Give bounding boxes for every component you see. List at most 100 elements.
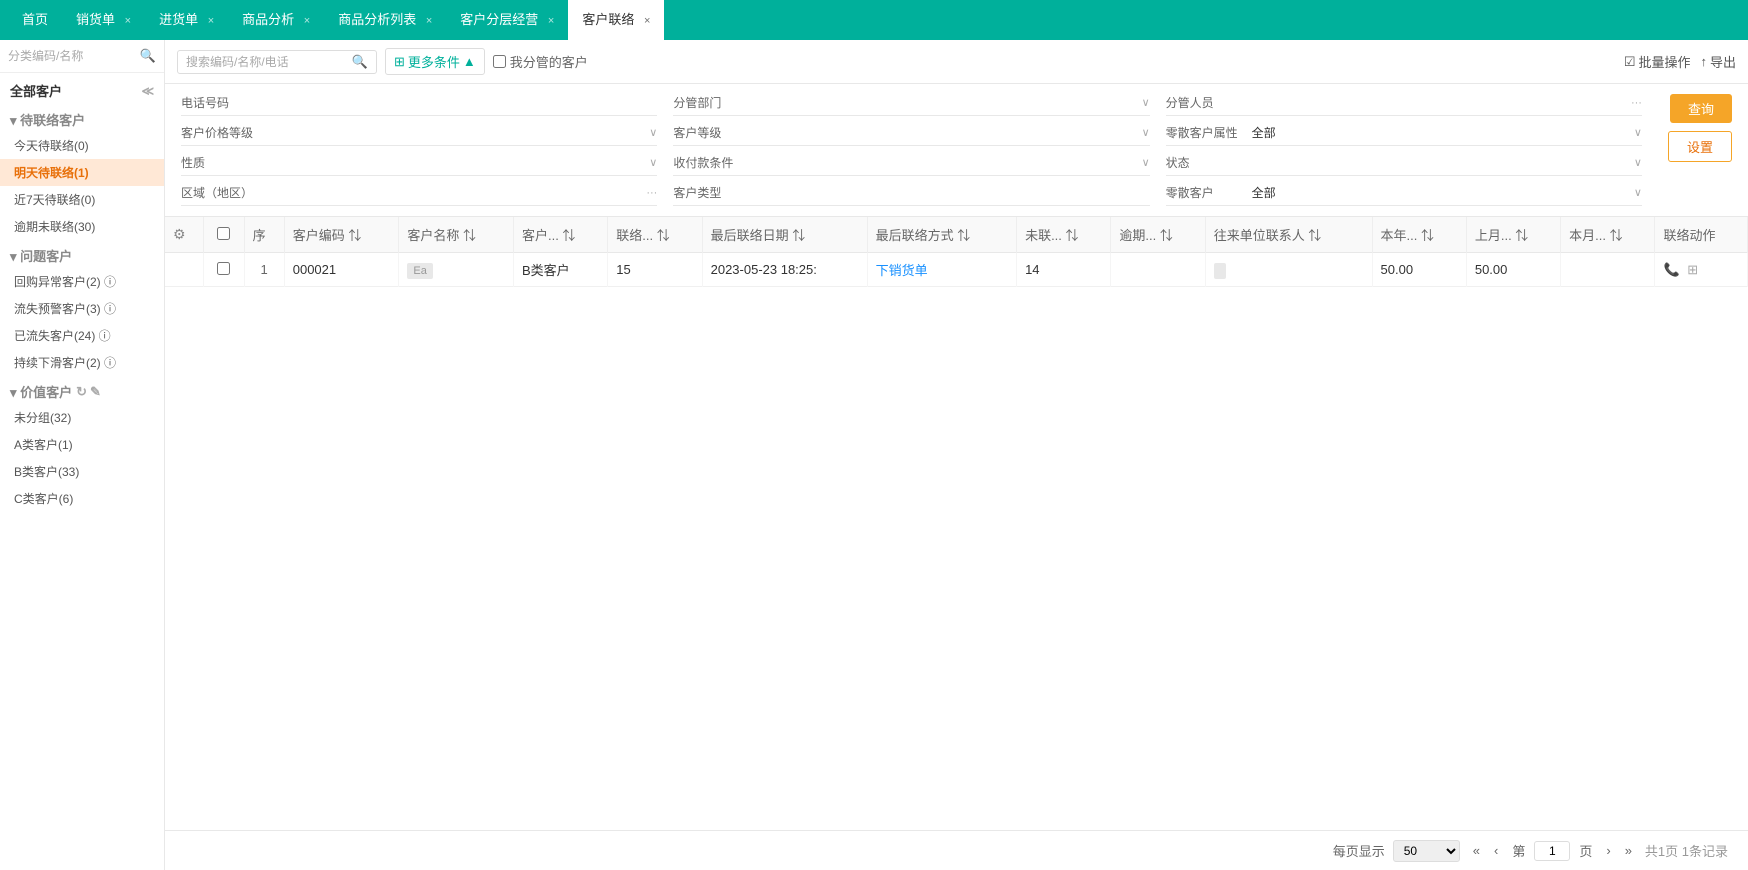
sidebar-item-abnormal-repurchase[interactable]: 回购异常客户(2) ⓘ	[0, 268, 164, 295]
sidebar-item-declining[interactable]: 持续下滑客户(2) ⓘ	[0, 349, 164, 376]
filter-phone-label: 电话号码	[181, 94, 261, 111]
phone-action-icon[interactable]: 📞	[1663, 262, 1679, 277]
export-btn[interactable]: ↑ 导出	[1700, 52, 1736, 71]
filter-manager-input[interactable]	[1252, 96, 1625, 110]
filter-nature-input[interactable]	[267, 156, 643, 170]
row-checkbox[interactable]	[217, 262, 230, 275]
filter-price-level-input[interactable]	[267, 126, 643, 140]
filter-customer-level-input[interactable]	[759, 126, 1135, 140]
qr-action-icon[interactable]: ⊞	[1687, 262, 1698, 277]
row-last-method-link[interactable]: 下销货单	[876, 263, 928, 278]
filter-nature-chevron[interactable]: ∨	[649, 156, 657, 169]
sidebar-item-overdue-contact[interactable]: 逾期未联络(30)	[0, 213, 164, 240]
filter-retail-customer-chevron[interactable]: ∨	[1634, 186, 1642, 199]
my-customer-checkbox[interactable]	[493, 55, 506, 68]
filter-retail-customer-value: 全部	[1252, 184, 1628, 201]
search-input[interactable]	[186, 55, 352, 69]
filter-region-input[interactable]	[267, 186, 640, 200]
refresh-icon[interactable]: ↻	[76, 384, 87, 400]
per-page-select[interactable]: 50 100 200	[1393, 840, 1460, 862]
page-input[interactable]	[1534, 841, 1570, 861]
filter-retail-customer: 零散客户 全部 ∨	[1166, 184, 1642, 206]
nav-customer-contact[interactable]: 客户联络 ×	[568, 0, 664, 40]
col-name-header: 客户名称 ⇅	[399, 217, 514, 253]
nav-product-analysis[interactable]: 商品分析 ×	[228, 0, 324, 40]
set-button[interactable]: 设置	[1668, 131, 1732, 162]
toolbar: 🔍 ⊞ 更多条件 ▲ 我分管的客户 ☑ 批量操作 ↑ 导出	[165, 40, 1748, 84]
filter-customer-level-chevron[interactable]: ∨	[1142, 126, 1150, 139]
row-contact-cell: 15	[608, 253, 702, 287]
sidebar-search-icon[interactable]: 🔍	[140, 48, 156, 64]
filter-payment-input[interactable]	[759, 156, 1135, 170]
close-customer-tier-icon[interactable]: ×	[548, 15, 554, 27]
filter-region-more[interactable]: ···	[646, 187, 657, 199]
filter-status-input[interactable]	[1252, 156, 1628, 170]
close-purchase-order-icon[interactable]: ×	[208, 15, 214, 27]
filter-customer-level-label: 客户等级	[673, 124, 753, 141]
filter-status-label: 状态	[1166, 154, 1246, 171]
filter-retail-attr-chevron[interactable]: ∨	[1634, 126, 1642, 139]
filter-manager: 分管人员 ···	[1166, 94, 1642, 116]
page-navigation: « ‹ 第 页 › »	[1468, 839, 1637, 862]
row-settings-cell	[165, 253, 204, 287]
filter-price-level-chevron[interactable]: ∨	[649, 126, 657, 139]
filter-phone-input[interactable]	[267, 96, 657, 110]
nav-sales-order[interactable]: 销货单 ×	[62, 0, 145, 40]
search-submit-icon[interactable]: 🔍	[352, 54, 368, 70]
collapse-all-icon[interactable]: ≪	[141, 84, 154, 98]
edit-icon[interactable]: ✎	[90, 384, 101, 400]
row-last-month-cell: 50.00	[1466, 253, 1560, 287]
next-page-btn[interactable]: ›	[1601, 841, 1615, 860]
filter-region: 区域（地区） ···	[181, 184, 657, 206]
filter-action-buttons: 查询 设置	[1658, 94, 1732, 206]
sidebar-item-ungrouped[interactable]: 未分组(32)	[0, 404, 164, 431]
filter-manager-more[interactable]: ···	[1631, 97, 1642, 109]
table-row: 1 000021 Ea B类客户 15 2023-05-23 18:25: 下销…	[165, 253, 1748, 287]
page-end-label: 页	[1574, 839, 1597, 862]
row-this-year-cell: 50.00	[1372, 253, 1466, 287]
filter-dept-label: 分管部门	[673, 94, 753, 111]
prev-page-btn[interactable]: ‹	[1489, 841, 1503, 860]
sidebar-item-class-b[interactable]: B类客户(33)	[0, 458, 164, 485]
value-customers-actions: ↻ ✎	[76, 384, 101, 400]
per-page-label: 每页显示	[1333, 841, 1385, 860]
close-product-analysis-icon[interactable]: ×	[304, 15, 310, 27]
filter-manager-label: 分管人员	[1166, 94, 1246, 111]
nav-customer-tier[interactable]: 客户分层经营 ×	[446, 0, 568, 40]
sidebar-search-input[interactable]	[8, 49, 140, 63]
close-customer-contact-icon[interactable]: ×	[644, 15, 650, 27]
sidebar-item-7day-contact[interactable]: 近7天待联络(0)	[0, 186, 164, 213]
table-settings-icon[interactable]: ⚙	[173, 226, 186, 242]
last-page-btn[interactable]: »	[1620, 841, 1637, 860]
nav-purchase-order[interactable]: 进货单 ×	[145, 0, 228, 40]
page-label: 第	[1507, 839, 1530, 862]
col-no-contact-header: 未联... ⇅	[1017, 217, 1111, 253]
nav-product-analysis-list[interactable]: 商品分析列表 ×	[324, 0, 446, 40]
first-page-btn[interactable]: «	[1468, 841, 1485, 860]
sidebar-item-class-c[interactable]: C类客户(6)	[0, 485, 164, 512]
filter-dept-input[interactable]	[759, 96, 1135, 110]
my-customer-checkbox-label[interactable]: 我分管的客户	[493, 52, 588, 71]
sidebar-item-tomorrow-contact[interactable]: 明天待联络(1)	[0, 159, 164, 186]
sidebar-item-churned[interactable]: 已流失客户(24) ⓘ	[0, 322, 164, 349]
select-all-checkbox[interactable]	[217, 227, 230, 240]
close-product-analysis-list-icon[interactable]: ×	[426, 15, 432, 27]
batch-op-btn[interactable]: ☑ 批量操作	[1624, 52, 1691, 71]
filter-customer-type-input[interactable]	[759, 186, 1149, 200]
pending-contact-section-title: ▾ 待联络客户	[0, 104, 164, 132]
customer-table: ⚙ 序 客户编码 ⇅ 客户名称 ⇅ 客户... ⇅ 联络... ⇅ 最后联络日期…	[165, 217, 1748, 287]
close-sales-order-icon[interactable]: ×	[125, 15, 131, 27]
more-conditions-btn[interactable]: ⊞ 更多条件 ▲	[385, 48, 485, 75]
filter-payment: 收付款条件 ∨	[673, 154, 1149, 176]
filter-status-chevron[interactable]: ∨	[1634, 156, 1642, 169]
filter-dept-chevron[interactable]: ∨	[1142, 96, 1150, 109]
nav-home[interactable]: 首页	[8, 0, 62, 40]
main-content: 🔍 ⊞ 更多条件 ▲ 我分管的客户 ☑ 批量操作 ↑ 导出	[165, 40, 1748, 870]
query-button[interactable]: 查询	[1670, 94, 1732, 123]
sidebar-item-today-contact[interactable]: 今天待联络(0)	[0, 132, 164, 159]
filter-payment-chevron[interactable]: ∨	[1142, 156, 1150, 169]
col-action-header: 联络动作	[1655, 217, 1748, 253]
col-code-header: 客户编码 ⇅	[284, 217, 399, 253]
sidebar-item-class-a[interactable]: A类客户(1)	[0, 431, 164, 458]
sidebar-item-churn-warning[interactable]: 流失预警客户(3) ⓘ	[0, 295, 164, 322]
